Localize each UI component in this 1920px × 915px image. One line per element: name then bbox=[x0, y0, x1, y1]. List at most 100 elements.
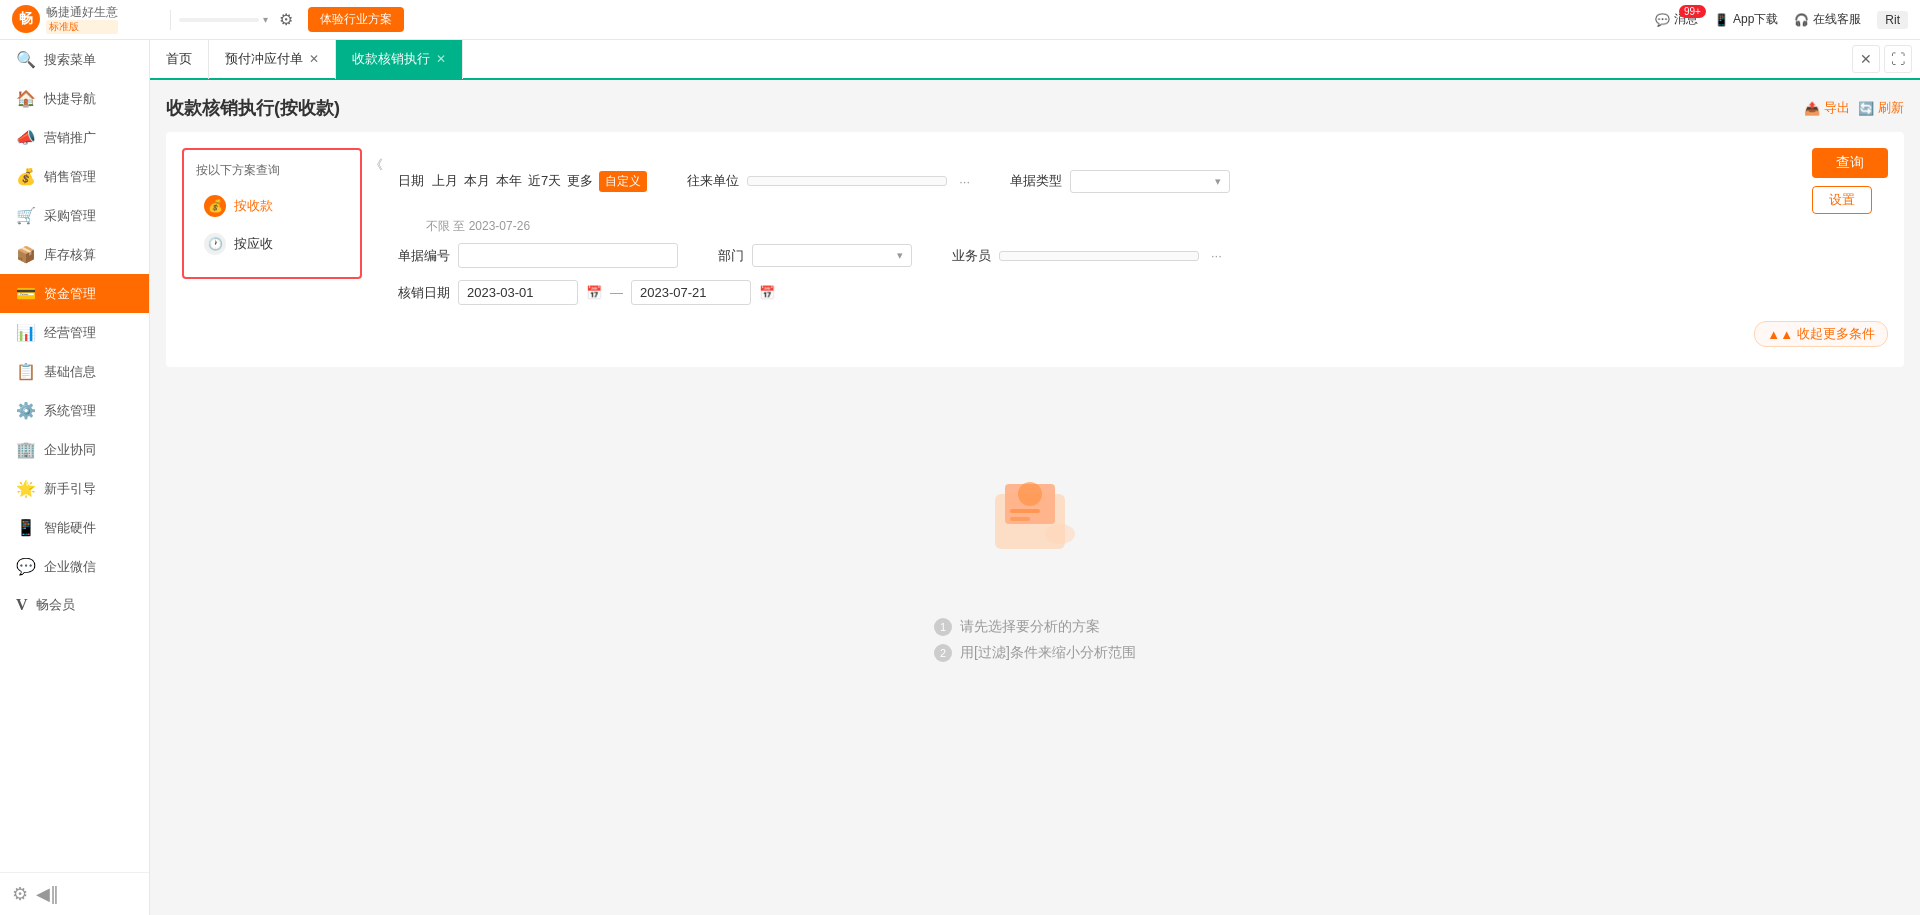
download-icon: 📱 bbox=[1714, 13, 1729, 27]
filter-by-receivable[interactable]: 🕐 按应收 bbox=[196, 227, 348, 261]
app-download-label: App下载 bbox=[1733, 11, 1778, 28]
basic-info-icon: 📋 bbox=[16, 362, 36, 381]
hint2-text: 用[过滤]条件来缩小分析范围 bbox=[960, 644, 1136, 662]
tab-home[interactable]: 首页 bbox=[150, 40, 209, 79]
sidebar-item-wechat[interactable]: 💬 企业微信 bbox=[0, 547, 149, 586]
sidebar-label-hardware: 智能硬件 bbox=[44, 519, 96, 537]
date-last-month[interactable]: 上月 bbox=[432, 172, 458, 190]
main-layout: 🔍 搜索菜单 🏠 快捷导航 📣 营销推广 💰 销售管理 🛒 采购管理 📦 库存核… bbox=[0, 40, 1920, 915]
docno-input[interactable] bbox=[458, 243, 678, 268]
dept-select[interactable]: ▾ bbox=[752, 244, 912, 267]
tab-receipt-close-icon[interactable]: ✕ bbox=[436, 52, 446, 66]
sidebar-label-guide: 新手引导 bbox=[44, 480, 96, 498]
sidebar-item-finance[interactable]: 💳 资金管理 bbox=[0, 274, 149, 313]
date-7days[interactable]: 近7天 bbox=[528, 172, 561, 190]
sidebar-item-purchase[interactable]: 🛒 采购管理 bbox=[0, 196, 149, 235]
verifdate-label: 核销日期 bbox=[398, 284, 450, 302]
sidebar-label-wechat: 企业微信 bbox=[44, 558, 96, 576]
query-button[interactable]: 查询 bbox=[1812, 148, 1888, 178]
collapse-more-button[interactable]: ▲▲ 收起更多条件 bbox=[1754, 321, 1888, 347]
tab-prepay-offset[interactable]: 预付冲应付单 ✕ bbox=[209, 40, 336, 79]
sidebar-item-marketing[interactable]: 📣 营销推广 bbox=[0, 118, 149, 157]
message-badge: 99+ bbox=[1679, 5, 1706, 18]
empty-state: 1 请先选择要分析的方案 2 用[过滤]条件来缩小分析范围 bbox=[166, 379, 1904, 750]
online-service-label: 在线客服 bbox=[1813, 11, 1861, 28]
partner-more-icon[interactable]: ··· bbox=[959, 174, 970, 189]
verifdate-start-calendar-icon[interactable]: 📅 bbox=[586, 285, 602, 300]
app-name: 畅捷通好生意 bbox=[46, 5, 118, 19]
sidebar-bottom: ⚙ ◀‖ bbox=[0, 872, 149, 915]
date-nolimit-info: 不限 至 2023-07-26 bbox=[426, 218, 1888, 235]
tab-home-label: 首页 bbox=[166, 50, 192, 68]
sidebar-item-hardware[interactable]: 📱 智能硬件 bbox=[0, 508, 149, 547]
sidebar-label-member: 畅会员 bbox=[36, 596, 75, 614]
topbar-arrow-icon[interactable]: ▾ bbox=[263, 14, 268, 25]
staff-input[interactable] bbox=[999, 251, 1199, 261]
sidebar-label-quicknav: 快捷导航 bbox=[44, 90, 96, 108]
app-download-button[interactable]: 📱 App下载 bbox=[1714, 11, 1778, 28]
staff-more-icon[interactable]: ··· bbox=[1211, 248, 1222, 263]
filter-dept-field: 部门 ▾ bbox=[718, 244, 912, 267]
tab-bar-actions: ✕ ⛶ bbox=[1852, 45, 1920, 73]
sidebar: 🔍 搜索菜单 🏠 快捷导航 📣 营销推广 💰 销售管理 🛒 采购管理 📦 库存核… bbox=[0, 40, 150, 915]
sidebar-item-guide[interactable]: 🌟 新手引导 bbox=[0, 469, 149, 508]
verifdate-end-calendar-icon[interactable]: 📅 bbox=[759, 285, 775, 300]
svg-point-2 bbox=[1018, 482, 1042, 506]
export-icon: 📤 bbox=[1804, 101, 1820, 116]
message-button[interactable]: 💬 消息 99+ bbox=[1655, 11, 1698, 28]
tab-prepay-close-icon[interactable]: ✕ bbox=[309, 52, 319, 66]
sidebar-item-operations[interactable]: 📊 经营管理 bbox=[0, 313, 149, 352]
wechat-icon: 💬 bbox=[16, 557, 36, 576]
tab-expand-btn[interactable]: ⛶ bbox=[1884, 45, 1912, 73]
dept-label: 部门 bbox=[718, 247, 744, 265]
date-this-month[interactable]: 本月 bbox=[464, 172, 490, 190]
sidebar-item-sales[interactable]: 💰 销售管理 bbox=[0, 157, 149, 196]
doctype-label: 单据类型 bbox=[1010, 172, 1062, 190]
sidebar-item-quick-nav[interactable]: 🏠 快捷导航 bbox=[0, 79, 149, 118]
filter-by-receipt[interactable]: 💰 按收款 bbox=[196, 189, 348, 223]
tab-close-all-btn[interactable]: ✕ bbox=[1852, 45, 1880, 73]
svg-rect-4 bbox=[1010, 517, 1030, 521]
filter-verifdate-field: 核销日期 📅 — 📅 bbox=[398, 280, 775, 305]
partner-input[interactable] bbox=[747, 176, 947, 186]
doctype-dropdown-icon: ▾ bbox=[1215, 175, 1221, 188]
date-this-year[interactable]: 本年 bbox=[496, 172, 522, 190]
sidebar-collapse-icon[interactable]: ◀‖ bbox=[36, 883, 59, 905]
export-button[interactable]: 📤 导出 bbox=[1804, 99, 1850, 117]
filter-row-2: 单据编号 部门 ▾ 业务员 bbox=[398, 243, 1888, 268]
verifdate-start-input[interactable] bbox=[458, 280, 578, 305]
sidebar-item-search-menu[interactable]: 🔍 搜索菜单 bbox=[0, 40, 149, 79]
refresh-button[interactable]: 🔄 刷新 bbox=[1858, 99, 1904, 117]
filter-scheme-title: 按以下方案查询 bbox=[196, 162, 348, 179]
doctype-select[interactable]: ▾ bbox=[1070, 170, 1230, 193]
search-icon: 🔍 bbox=[16, 50, 36, 69]
sidebar-item-inventory[interactable]: 📦 库存核算 bbox=[0, 235, 149, 274]
filter-panel: 按以下方案查询 💰 按收款 🕐 按应收 《 bbox=[166, 132, 1904, 367]
operations-icon: 📊 bbox=[16, 323, 36, 342]
user-profile[interactable]: Rit bbox=[1877, 11, 1908, 29]
date-nolimit-text: 不限 至 2023-07-26 bbox=[426, 219, 530, 233]
logo-icon: 畅 bbox=[12, 5, 40, 33]
sidebar-item-member[interactable]: V 畅会员 bbox=[0, 586, 149, 624]
dept-dropdown-icon: ▾ bbox=[897, 249, 903, 262]
tab-receipt-offset[interactable]: 收款核销执行 ✕ bbox=[336, 40, 463, 79]
topbar-username bbox=[179, 18, 259, 22]
online-service-button[interactable]: 🎧 在线客服 bbox=[1794, 11, 1861, 28]
date-custom-badge[interactable]: 自定义 bbox=[599, 171, 647, 192]
sidebar-item-enterprise[interactable]: 🏢 企业协同 bbox=[0, 430, 149, 469]
page-title: 收款核销执行(按收款) bbox=[166, 96, 340, 120]
setting-button[interactable]: 设置 bbox=[1812, 186, 1872, 214]
sidebar-label-operations: 经营管理 bbox=[44, 324, 96, 342]
date-more[interactable]: 更多 bbox=[567, 172, 593, 190]
settings-icon[interactable]: ⚙ bbox=[272, 6, 300, 34]
filter-collapse-button[interactable]: 《 bbox=[366, 156, 386, 174]
svg-point-5 bbox=[1045, 524, 1075, 544]
trial-button[interactable]: 体验行业方案 bbox=[308, 7, 404, 32]
verifdate-end-input[interactable] bbox=[631, 280, 751, 305]
sidebar-item-basic-info[interactable]: 📋 基础信息 bbox=[0, 352, 149, 391]
sidebar-gear-icon[interactable]: ⚙ bbox=[12, 883, 28, 905]
sidebar-label-search: 搜索菜单 bbox=[44, 51, 96, 69]
verif-date-row: 📅 — 📅 bbox=[458, 280, 775, 305]
sidebar-item-system[interactable]: ⚙️ 系统管理 bbox=[0, 391, 149, 430]
app-logo: 畅 畅捷通好生意 标准版 bbox=[12, 5, 162, 33]
